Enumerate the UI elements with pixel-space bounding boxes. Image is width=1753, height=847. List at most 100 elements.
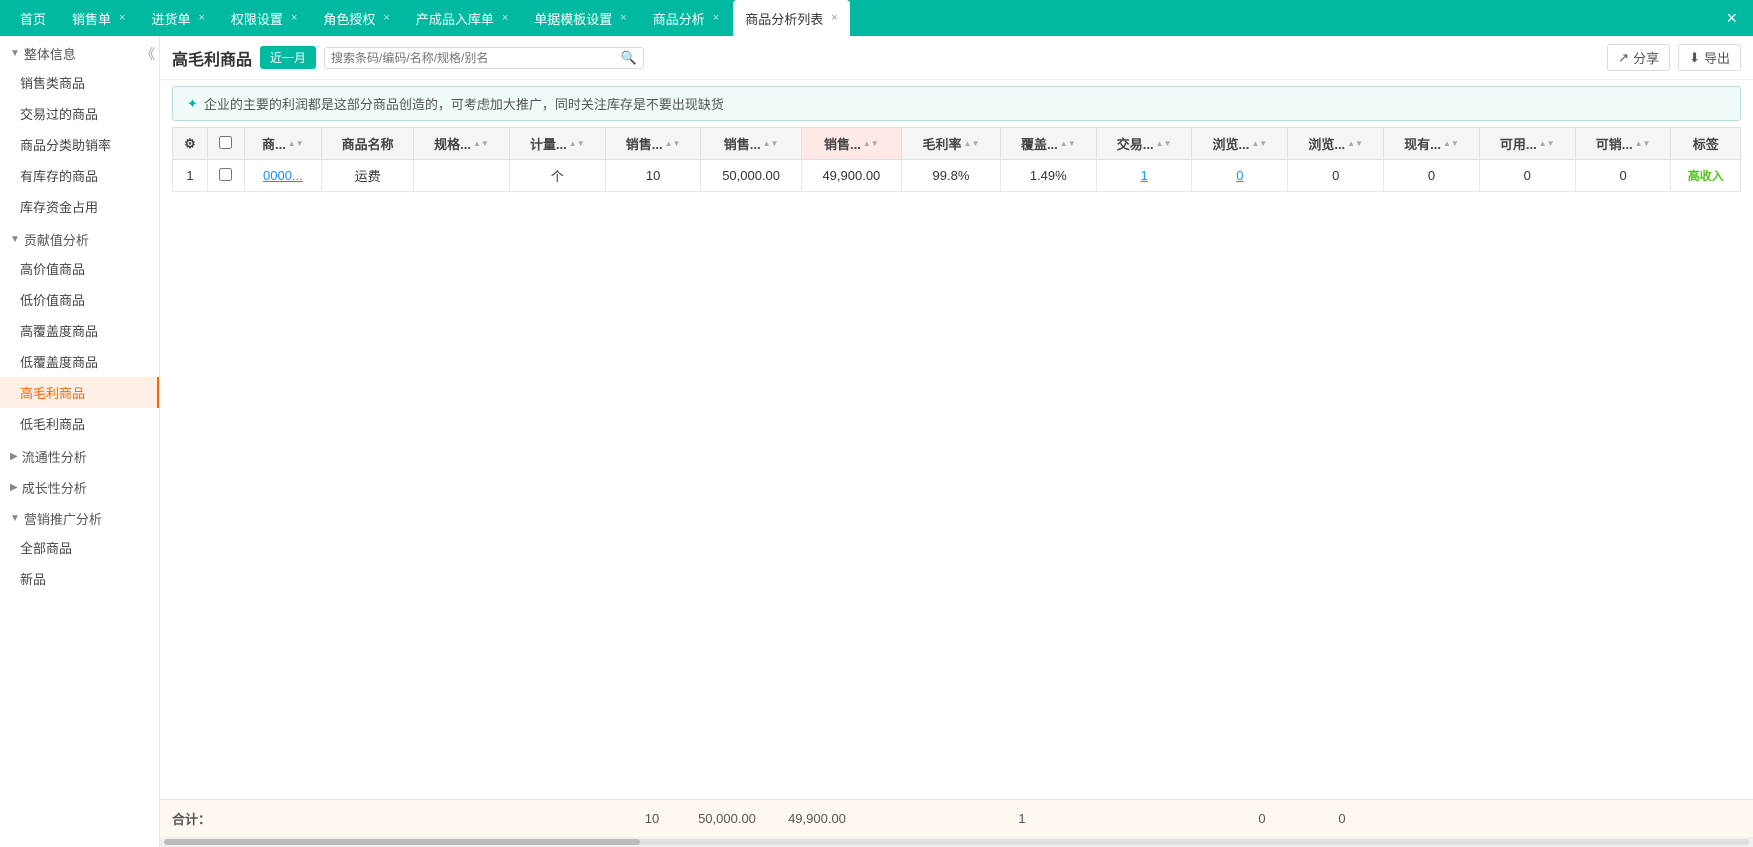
select-all-checkbox[interactable] (219, 136, 232, 149)
sidebar-item-low-coverage[interactable]: 低覆盖度商品 (0, 346, 159, 377)
share-button[interactable]: ↗ 分享 (1607, 44, 1670, 71)
sort-icon: ▲▼ (1060, 140, 1076, 148)
window-close-button[interactable]: × (1718, 8, 1745, 29)
sidebar-item-low-margin[interactable]: 低毛利商品 (0, 408, 159, 439)
col-sales2[interactable]: 销售... ▲▼ (701, 128, 801, 160)
sidebar-group-growth[interactable]: ▶ 成长性分析 (0, 470, 159, 501)
footer-current-val: 0 (1222, 811, 1302, 826)
sidebar-item-high-value[interactable]: 高价值商品 (0, 253, 159, 284)
search-box: 🔍 (324, 47, 644, 69)
cell-code[interactable]: 0000... (244, 160, 321, 192)
sidebar-item-inventory-capital[interactable]: 库存资金占用 (0, 191, 159, 222)
close-icon[interactable]: × (198, 12, 204, 24)
nav-tab-analysis-list[interactable]: 商品分析列表 × (733, 0, 849, 36)
col-sales1[interactable]: 销售... ▲▼ (605, 128, 701, 160)
cell-checkbox[interactable] (207, 160, 244, 192)
scrollbar-thumb[interactable] (164, 839, 640, 845)
col-settings[interactable]: ⚙ (173, 128, 208, 160)
col-view2[interactable]: 浏览... ▲▼ (1288, 128, 1384, 160)
nav-tab-template[interactable]: 单据模板设置 × (522, 0, 638, 36)
sidebar-item-category-rate[interactable]: 商品分类助销率 (0, 129, 159, 160)
col-available[interactable]: 可用... ▲▼ (1479, 128, 1575, 160)
col-saleable[interactable]: 可销... ▲▼ (1575, 128, 1671, 160)
col-view1[interactable]: 浏览... ▲▼ (1192, 128, 1288, 160)
nav-tab-permission[interactable]: 权限设置 × (219, 0, 309, 36)
cell-index: 1 (173, 160, 208, 192)
sidebar-item-sales-goods[interactable]: 销售类商品 (0, 67, 159, 98)
sort-icon: ▲▼ (1347, 140, 1363, 148)
sidebar-item-traded-goods[interactable]: 交易过的商品 (0, 98, 159, 129)
sort-icon: ▲▼ (964, 140, 980, 148)
row-checkbox[interactable] (219, 168, 232, 181)
sort-icon: ▲▼ (473, 140, 489, 148)
sidebar-group-marketing[interactable]: ▼ 营销推广分析 (0, 501, 159, 532)
content-area: 高毛利商品 近一月 🔍 ↗ 分享 ⬇ 导出 ✦ 企业的主要的利润都是这部分商品创… (160, 36, 1753, 847)
main-layout: 《 ▼ 整体信息 销售类商品 交易过的商品 商品分类助销率 有库存的商品 库存资… (0, 36, 1753, 847)
col-margin[interactable]: 毛利率 ▲▼ (902, 128, 1001, 160)
nav-tab-analysis[interactable]: 商品分析 × (641, 0, 731, 36)
close-icon[interactable]: × (383, 12, 389, 24)
bottom-scrollbar[interactable] (160, 837, 1753, 847)
footer-trade-val: 1 (982, 811, 1062, 826)
sidebar-item-all-goods[interactable]: 全部商品 (0, 532, 159, 563)
footer-spacer2 (1062, 811, 1142, 826)
close-icon[interactable]: × (831, 12, 837, 24)
nav-tab-home[interactable]: 首页 (8, 0, 58, 36)
sidebar-collapse-button[interactable]: 《 (141, 44, 155, 64)
nav-tab-purchase[interactable]: 进货单 × (139, 0, 216, 36)
sidebar-item-low-value[interactable]: 低价值商品 (0, 284, 159, 315)
footer-sales2-val: 50,000.00 (682, 811, 772, 826)
table-row: 1 0000... 运费 个 10 50,000.00 49,900.00 99… (173, 160, 1741, 192)
sidebar-group-contribution[interactable]: ▼ 贡献值分析 (0, 222, 159, 253)
sidebar-group-overall[interactable]: ▼ 整体信息 (0, 36, 159, 67)
filter-recent-month-button[interactable]: 近一月 (260, 46, 316, 69)
sidebar-item-high-coverage[interactable]: 高覆盖度商品 (0, 315, 159, 346)
col-name[interactable]: 商品名称 (322, 128, 414, 160)
sort-icon: ▲▼ (1156, 140, 1172, 148)
nav-tab-role[interactable]: 角色授权 × (311, 0, 401, 36)
top-nav: 首页 销售单 × 进货单 × 权限设置 × 角色授权 × 产成品入库单 × 单据… (0, 0, 1753, 36)
sidebar-item-in-stock[interactable]: 有库存的商品 (0, 160, 159, 191)
col-sales3[interactable]: 销售... ▲▼ (801, 128, 901, 160)
sort-icon: ▲▼ (1539, 140, 1555, 148)
footer-cells: 10 50,000.00 49,900.00 1 0 0 (282, 811, 1741, 826)
sort-icon: ▲▼ (1635, 140, 1651, 148)
sidebar-item-high-margin[interactable]: 高毛利商品 (0, 377, 159, 408)
close-icon[interactable]: × (119, 12, 125, 24)
table-header-row: ⚙ 商... ▲▼ 商品名称 (173, 128, 1741, 160)
search-input[interactable] (331, 51, 617, 65)
data-table: ⚙ 商... ▲▼ 商品名称 (172, 127, 1741, 192)
close-icon[interactable]: × (713, 12, 719, 24)
col-current[interactable]: 现有... ▲▼ (1384, 128, 1480, 160)
cell-available: 0 (1479, 160, 1575, 192)
cell-view1[interactable]: 0 (1192, 160, 1288, 192)
notice-bar: ✦ 企业的主要的利润都是这部分商品创造的，可考虑加大推广，同时关注库存是不要出现… (172, 86, 1741, 121)
cell-trade[interactable]: 1 (1096, 160, 1192, 192)
sidebar-group-liquidity[interactable]: ▶ 流通性分析 (0, 439, 159, 470)
cell-sales1: 10 (605, 160, 701, 192)
search-icon[interactable]: 🔍 (621, 50, 637, 66)
col-coverage[interactable]: 覆盖... ▲▼ (1000, 128, 1096, 160)
nav-tab-sales[interactable]: 销售单 × (60, 0, 137, 36)
close-icon[interactable]: × (502, 12, 508, 24)
sort-icon: ▲▼ (665, 140, 681, 148)
footer-sales1-val: 10 (622, 811, 682, 826)
col-spec[interactable]: 规格... ▲▼ (414, 128, 510, 160)
col-trade[interactable]: 交易... ▲▼ (1096, 128, 1192, 160)
sort-icon: ▲▼ (569, 140, 585, 148)
col-code[interactable]: 商... ▲▼ (244, 128, 321, 160)
col-unit[interactable]: 计量... ▲▼ (509, 128, 605, 160)
export-button[interactable]: ⬇ 导出 (1678, 44, 1741, 71)
close-icon[interactable]: × (291, 12, 297, 24)
col-checkbox[interactable] (207, 128, 244, 160)
sort-icon: ▲▼ (1443, 140, 1459, 148)
chevron-down-icon: ▼ (10, 234, 20, 245)
cell-sales2: 50,000.00 (701, 160, 801, 192)
col-tag[interactable]: 标签 (1671, 128, 1741, 160)
close-icon[interactable]: × (620, 12, 626, 24)
chevron-down-icon: ▼ (10, 48, 20, 59)
sidebar-item-new-goods[interactable]: 新品 (0, 563, 159, 594)
nav-tab-product-in[interactable]: 产成品入库单 × (404, 0, 520, 36)
footer-available-val: 0 (1302, 811, 1382, 826)
footer-spacer3 (1142, 811, 1222, 826)
